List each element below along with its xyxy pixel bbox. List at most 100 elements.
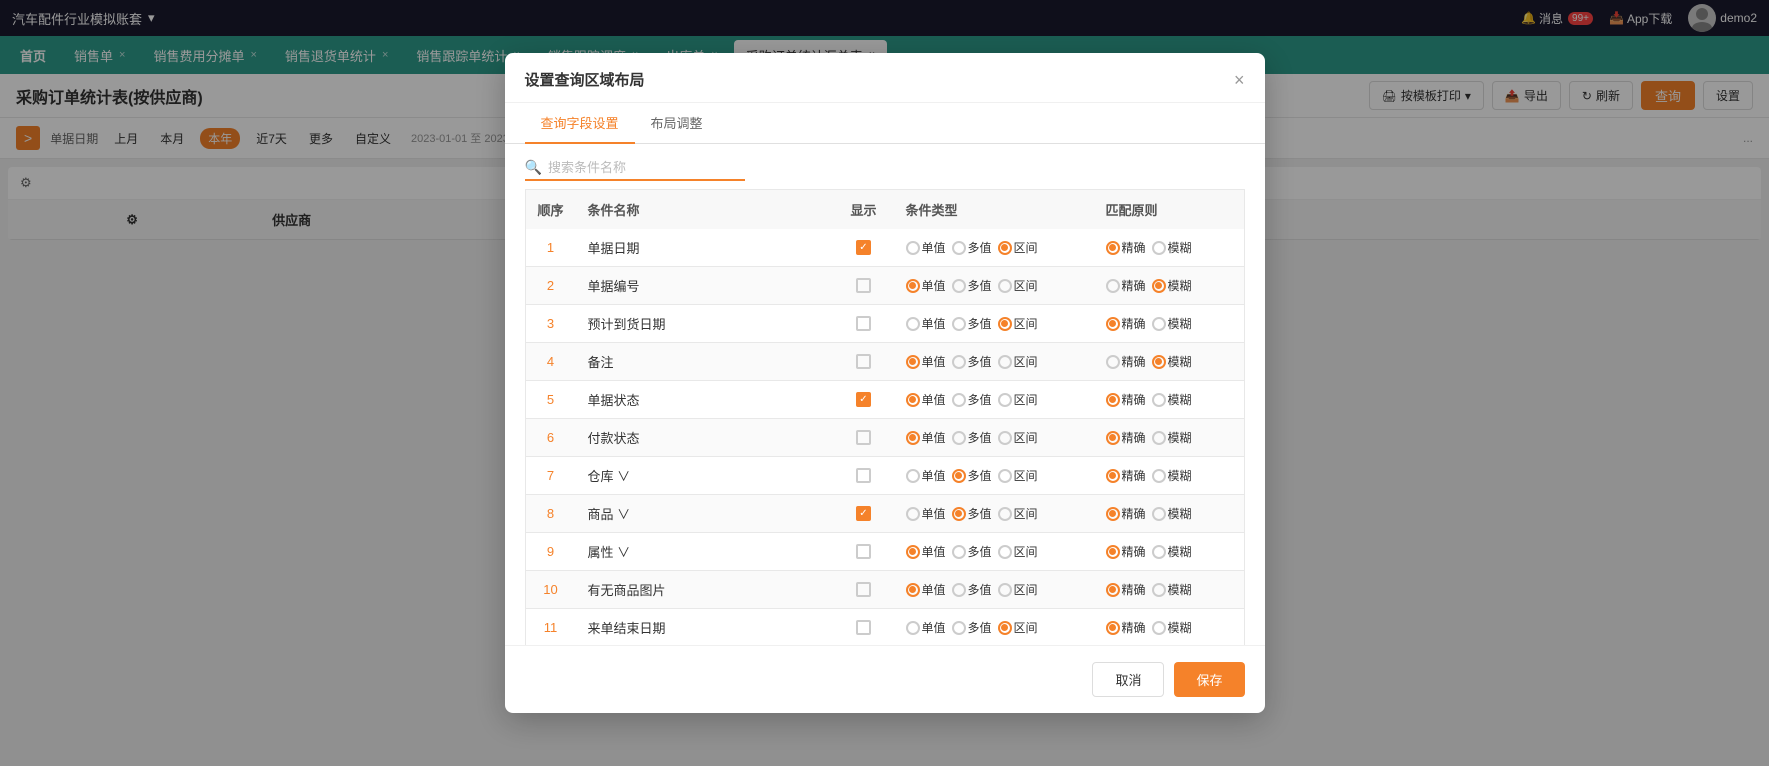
checkbox-10[interactable] [856,582,871,597]
checkbox-2[interactable] [856,278,871,293]
row-10-show-checkbox[interactable] [834,573,894,606]
tab-query-fields[interactable]: 查询字段设置 [525,103,635,144]
radio-type-单值[interactable] [906,469,920,483]
radio-type-单值[interactable] [906,507,920,521]
radio-type-多值[interactable] [952,507,966,521]
search-input[interactable] [548,156,745,179]
radio-type-单值[interactable] [906,393,920,407]
radio-type-单值[interactable] [906,241,920,255]
radio-type-多值[interactable] [952,583,966,597]
radio-type-单值[interactable] [906,545,920,559]
radio-type-多值[interactable] [952,469,966,483]
radio-match-精确[interactable] [1106,317,1120,331]
radio-type-多值[interactable] [952,317,966,331]
row-1-match: 精确模糊 [1094,230,1244,265]
radio-match-模糊[interactable] [1152,279,1166,293]
radio-type-多值[interactable] [952,431,966,445]
radio-type-区间[interactable] [998,621,1012,635]
radio-type-单值[interactable] [906,431,920,445]
cancel-btn[interactable]: 取消 [1092,662,1164,697]
radio-type-区间[interactable] [998,431,1012,445]
radio-match-精确[interactable] [1106,355,1120,369]
radio-type-多值[interactable] [952,241,966,255]
radio-match-精确[interactable] [1106,393,1120,407]
checkbox-8[interactable]: ✓ [856,506,871,521]
tab-layout-adjust[interactable]: 布局调整 [635,103,719,144]
row-6-show-checkbox[interactable] [834,421,894,454]
radio-type-多值[interactable] [952,355,966,369]
radio-type-单值[interactable] [906,355,920,369]
checkbox-7[interactable] [856,468,871,483]
radio-match-模糊[interactable] [1152,355,1166,369]
row-2-show-checkbox[interactable] [834,269,894,302]
row-8-show-checkbox[interactable]: ✓ [834,497,894,530]
checkbox-1[interactable]: ✓ [856,240,871,255]
radio-type-多值[interactable] [952,393,966,407]
checkbox-6[interactable] [856,430,871,445]
radio-type-多值[interactable] [952,545,966,559]
checkbox-3[interactable] [856,316,871,331]
radio-type-区间[interactable] [998,545,1012,559]
row-5-order: 5 [526,383,576,416]
radio-match-模糊[interactable] [1152,469,1166,483]
dtable-body: 1单据日期✓单值多值区间精确模糊2单据编号单值多值区间精确模糊3预计到货日期单值… [525,229,1245,645]
radio-type-单值[interactable] [906,583,920,597]
row-7-show-checkbox[interactable] [834,459,894,492]
dth-match: 匹配原则 [1094,190,1244,229]
radio-type-单值[interactable] [906,317,920,331]
checkbox-9[interactable] [856,544,871,559]
radio-match-模糊[interactable] [1152,317,1166,331]
row-4-show-checkbox[interactable] [834,345,894,378]
dth-name: 条件名称 [576,190,834,229]
radio-type-区间[interactable] [998,583,1012,597]
radio-match-模糊[interactable] [1152,621,1166,635]
radio-match-精确[interactable] [1106,279,1120,293]
row-9-type: 单值多值区间 [894,534,1094,569]
save-btn[interactable]: 保存 [1174,662,1244,697]
radio-type-区间[interactable] [998,393,1012,407]
radio-type-区间[interactable] [998,355,1012,369]
radio-match-模糊[interactable] [1152,507,1166,521]
checkbox-11[interactable] [856,620,871,635]
row-4-type: 单值多值区间 [894,344,1094,379]
row-3-show-checkbox[interactable] [834,307,894,340]
checkbox-5[interactable]: ✓ [856,392,871,407]
dialog-overlay: 设置查询区域布局 × 查询字段设置 布局调整 🔍 顺序 条件名称 显示 条件类型… [0,0,1769,766]
radio-type-多值[interactable] [952,279,966,293]
radio-match-模糊[interactable] [1152,431,1166,445]
radio-match-精确[interactable] [1106,431,1120,445]
radio-match-模糊[interactable] [1152,393,1166,407]
row-3-order: 3 [526,307,576,340]
row-9-name: 属性 ∨ [576,533,834,570]
row-1-show-checkbox[interactable]: ✓ [834,231,894,264]
row-4-match: 精确模糊 [1094,344,1244,379]
radio-type-单值[interactable] [906,621,920,635]
radio-match-模糊[interactable] [1152,583,1166,597]
radio-type-区间[interactable] [998,469,1012,483]
radio-match-模糊[interactable] [1152,545,1166,559]
row-11-show-checkbox[interactable] [834,611,894,644]
checkbox-4[interactable] [856,354,871,369]
radio-type-区间[interactable] [998,507,1012,521]
row-9-show-checkbox[interactable] [834,535,894,568]
radio-type-区间[interactable] [998,241,1012,255]
row-5-type: 单值多值区间 [894,382,1094,417]
table-row: 4备注单值多值区间精确模糊 [525,343,1245,381]
row-6-match: 精确模糊 [1094,420,1244,455]
radio-match-模糊[interactable] [1152,241,1166,255]
radio-match-精确[interactable] [1106,583,1120,597]
radio-type-多值[interactable] [952,621,966,635]
radio-type-单值[interactable] [906,279,920,293]
radio-match-精确[interactable] [1106,241,1120,255]
row-11-order: 11 [526,611,576,644]
row-5-show-checkbox[interactable]: ✓ [834,383,894,416]
radio-type-区间[interactable] [998,317,1012,331]
row-9-order: 9 [526,535,576,568]
radio-match-精确[interactable] [1106,507,1120,521]
radio-match-精确[interactable] [1106,545,1120,559]
dialog-close-btn[interactable]: × [1234,71,1245,89]
radio-match-精确[interactable] [1106,469,1120,483]
radio-match-精确[interactable] [1106,621,1120,635]
settings-dialog: 设置查询区域布局 × 查询字段设置 布局调整 🔍 顺序 条件名称 显示 条件类型… [505,53,1265,713]
radio-type-区间[interactable] [998,279,1012,293]
